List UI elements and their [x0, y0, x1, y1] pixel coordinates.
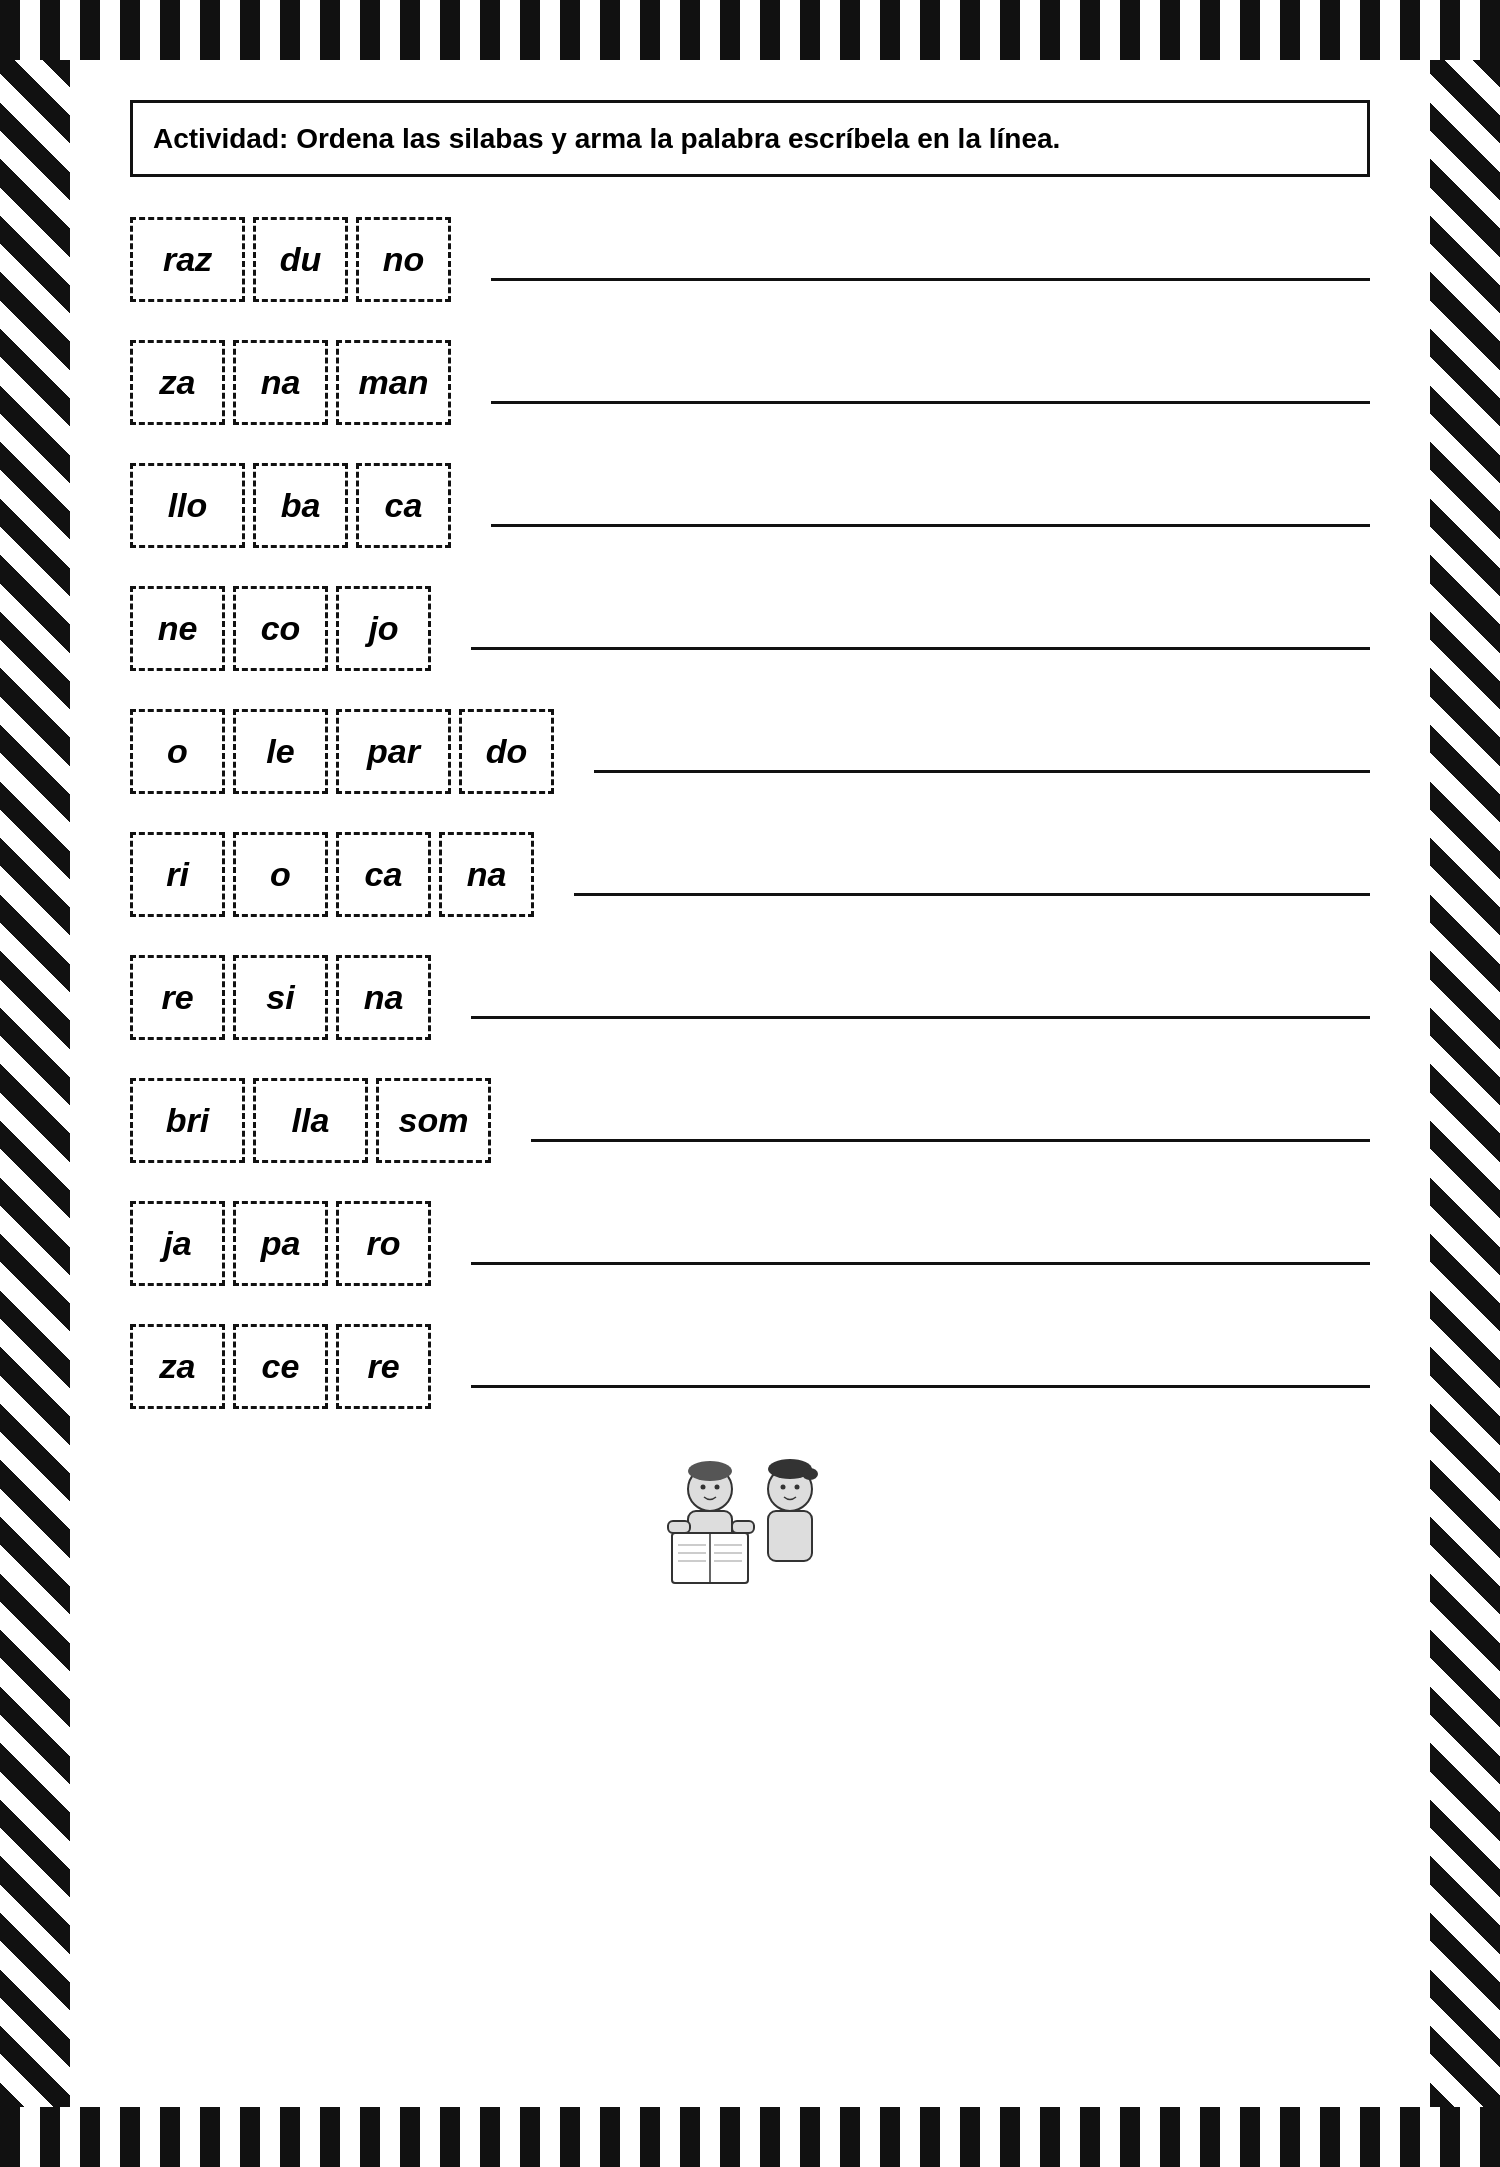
syllable-box-8-2: lla: [253, 1078, 368, 1163]
syllable-box-6-3: ca: [336, 832, 431, 917]
svg-point-1: [688, 1461, 732, 1481]
svg-point-17: [802, 1468, 818, 1480]
exercise-row-6: riocana: [130, 832, 1370, 917]
syllable-box-4-3: jo: [336, 586, 431, 671]
svg-rect-20: [768, 1511, 812, 1561]
syllable-box-7-2: si: [233, 955, 328, 1040]
exercise-row-4: necojo: [130, 586, 1370, 671]
exercise-row-1: razduno: [130, 217, 1370, 302]
syllables-group-10: zacere: [130, 1324, 431, 1409]
syllable-box-2-3: man: [336, 340, 451, 425]
syllables-group-1: razduno: [130, 217, 451, 302]
answer-line-4[interactable]: [471, 647, 1370, 650]
syllable-box-8-1: bri: [130, 1078, 245, 1163]
syllable-box-5-1: o: [130, 709, 225, 794]
svg-point-18: [781, 1485, 786, 1490]
exercise-row-10: zacere: [130, 1324, 1370, 1409]
syllables-group-6: riocana: [130, 832, 534, 917]
exercise-row-2: zanaman: [130, 340, 1370, 425]
main-content: Actividad: Ordena las silabas y arma la …: [70, 60, 1430, 2107]
answer-line-10[interactable]: [471, 1385, 1370, 1388]
svg-point-2: [701, 1485, 706, 1490]
syllable-box-10-2: ce: [233, 1324, 328, 1409]
answer-line-1[interactable]: [491, 278, 1370, 281]
syllable-box-2-1: za: [130, 340, 225, 425]
syllable-box-6-2: o: [233, 832, 328, 917]
syllable-box-5-2: le: [233, 709, 328, 794]
syllable-box-6-4: na: [439, 832, 534, 917]
svg-point-3: [715, 1485, 720, 1490]
syllables-group-5: olepardo: [130, 709, 554, 794]
syllable-box-1-2: du: [253, 217, 348, 302]
svg-rect-5: [668, 1521, 690, 1533]
syllable-box-3-3: ca: [356, 463, 451, 548]
left-border: [0, 0, 70, 2167]
answer-line-9[interactable]: [471, 1262, 1370, 1265]
answer-line-2[interactable]: [491, 401, 1370, 404]
answer-line-7[interactable]: [471, 1016, 1370, 1019]
syllable-box-5-3: par: [336, 709, 451, 794]
exercise-row-3: llobaca: [130, 463, 1370, 548]
instruction-box: Actividad: Ordena las silabas y arma la …: [130, 100, 1370, 177]
syllable-box-2-2: na: [233, 340, 328, 425]
answer-line-5[interactable]: [594, 770, 1370, 773]
syllable-box-5-4: do: [459, 709, 554, 794]
syllable-box-9-3: ro: [336, 1201, 431, 1286]
reading-kids-icon: [650, 1449, 850, 1609]
syllable-box-3-1: llo: [130, 463, 245, 548]
answer-line-6[interactable]: [574, 893, 1370, 896]
syllable-box-4-1: ne: [130, 586, 225, 671]
top-border: [0, 0, 1500, 60]
exercise-row-8: brillasom: [130, 1078, 1370, 1163]
syllable-box-3-2: ba: [253, 463, 348, 548]
syllable-box-1-3: no: [356, 217, 451, 302]
syllable-box-7-3: na: [336, 955, 431, 1040]
exercises-container: razdunozanamanllobacanecojoolepardorioca…: [130, 217, 1370, 1409]
syllable-box-1-1: raz: [130, 217, 245, 302]
right-border: [1430, 0, 1500, 2167]
exercise-row-9: japaro: [130, 1201, 1370, 1286]
answer-line-8[interactable]: [531, 1139, 1370, 1142]
syllable-box-6-1: ri: [130, 832, 225, 917]
syllable-box-8-3: som: [376, 1078, 491, 1163]
syllables-group-3: llobaca: [130, 463, 451, 548]
syllables-group-9: japaro: [130, 1201, 431, 1286]
svg-point-19: [795, 1485, 800, 1490]
exercise-row-5: olepardo: [130, 709, 1370, 794]
svg-rect-6: [732, 1521, 754, 1533]
instruction-text: Actividad: Ordena las silabas y arma la …: [153, 123, 1060, 154]
syllable-box-10-3: re: [336, 1324, 431, 1409]
syllable-box-9-2: pa: [233, 1201, 328, 1286]
syllables-group-4: necojo: [130, 586, 431, 671]
characters-image: [130, 1449, 1370, 1609]
syllable-box-7-1: re: [130, 955, 225, 1040]
answer-line-3[interactable]: [491, 524, 1370, 527]
exercise-row-7: resina: [130, 955, 1370, 1040]
syllable-box-9-1: ja: [130, 1201, 225, 1286]
syllables-group-2: zanaman: [130, 340, 451, 425]
syllable-box-4-2: co: [233, 586, 328, 671]
syllables-group-7: resina: [130, 955, 431, 1040]
syllable-box-10-1: za: [130, 1324, 225, 1409]
bottom-border: [0, 2107, 1500, 2167]
syllables-group-8: brillasom: [130, 1078, 491, 1163]
